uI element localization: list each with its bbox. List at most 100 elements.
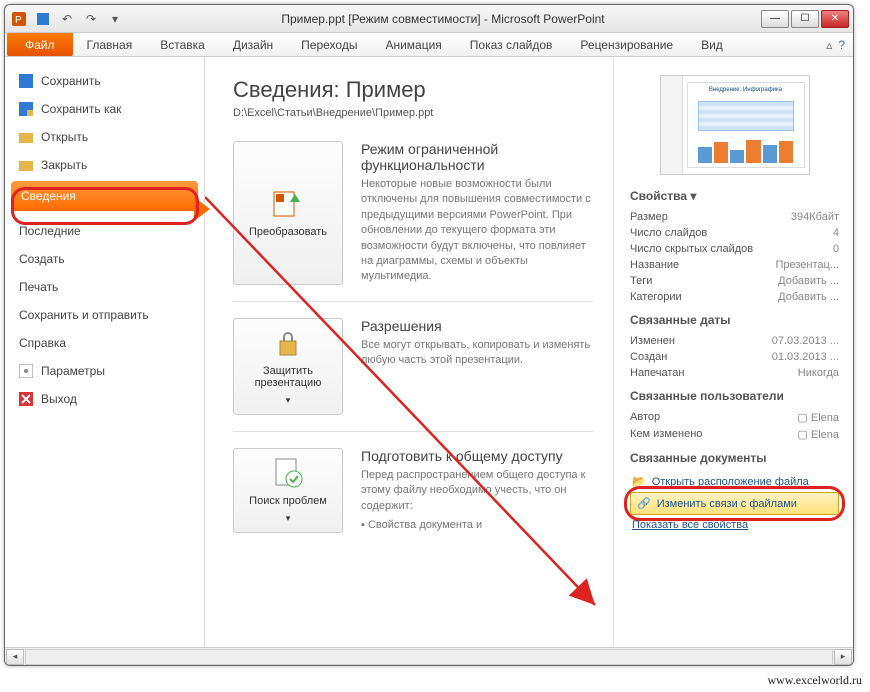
scrollbar-horizontal[interactable]: ◂ ▸ xyxy=(5,647,853,665)
svg-text:P: P xyxy=(15,15,22,26)
ribbon-minimize-icon[interactable]: ▵ xyxy=(826,38,832,52)
check-issues-button[interactable]: Поиск проблем ▾ xyxy=(233,448,343,534)
prop-printed: НапечатанНикогда xyxy=(630,365,839,381)
prop-categories[interactable]: КатегорииДобавить ... xyxy=(630,289,839,305)
sidebar: Сохранить Сохранить как Открыть Закрыть … xyxy=(5,57,205,647)
bullet-text: Свойства документа и xyxy=(368,519,482,531)
prop-modified: Изменен07.03.2013 ... xyxy=(630,333,839,349)
protect-button[interactable]: Защитить презентацию ▾ xyxy=(233,318,343,415)
scroll-track[interactable] xyxy=(25,649,833,665)
sidebar-item-print[interactable]: Печать xyxy=(5,273,204,301)
tab-animations[interactable]: Анимация xyxy=(371,33,455,56)
scroll-left-button[interactable]: ◂ xyxy=(6,649,24,665)
tab-view[interactable]: Вид xyxy=(687,33,737,56)
sidebar-item-label: Справка xyxy=(19,336,66,350)
chevron-down-icon: ▾ xyxy=(286,513,291,524)
properties-header[interactable]: Свойства ▾ xyxy=(630,189,839,203)
sidebar-item-options[interactable]: Параметры xyxy=(5,357,204,385)
window-title: Пример.ppt [Режим совместимости] - Micro… xyxy=(125,12,761,26)
section-text: Перед распространением общего доступа к … xyxy=(361,468,593,514)
section-title: Режим ограниченной функциональности xyxy=(361,141,593,173)
app-window: P ↶ ↷ ▾ Пример.ppt [Режим совместимости]… xyxy=(4,4,854,666)
edit-links-link[interactable]: 🔗Изменить связи с файлами xyxy=(630,492,839,515)
section-prepare: Поиск проблем ▾ Подготовить к общему дос… xyxy=(233,448,593,550)
sidebar-item-label: Сохранить xyxy=(41,74,101,88)
folder-icon: 📂 xyxy=(632,475,646,488)
sidebar-item-open[interactable]: Открыть xyxy=(5,123,204,151)
sidebar-item-label: Создать xyxy=(19,252,65,266)
button-label: Преобразовать xyxy=(249,226,327,238)
main-panel: Сведения: Пример D:\Excel\Статьи\Внедрен… xyxy=(205,57,613,647)
close-button[interactable]: ✕ xyxy=(821,10,849,28)
section-title: Разрешения xyxy=(361,318,593,334)
sidebar-item-recent[interactable]: Последние xyxy=(5,217,204,245)
section-text: Все могут открывать, копировать и изменя… xyxy=(361,338,593,369)
titlebar: P ↶ ↷ ▾ Пример.ppt [Режим совместимости]… xyxy=(5,5,853,33)
qat-undo-icon[interactable]: ↶ xyxy=(57,9,77,29)
tab-home[interactable]: Главная xyxy=(73,33,147,56)
page-title: Сведения: Пример xyxy=(233,77,593,103)
people-header: Связанные пользователи xyxy=(630,389,839,403)
sidebar-item-label: Закрыть xyxy=(41,158,87,172)
scroll-right-button[interactable]: ▸ xyxy=(834,649,852,665)
ribbon-tabs: Файл Главная Вставка Дизайн Переходы Ани… xyxy=(5,33,853,57)
tab-file[interactable]: Файл xyxy=(7,33,73,56)
sidebar-item-label: Сохранить и отправить xyxy=(19,308,149,322)
tab-insert[interactable]: Вставка xyxy=(146,33,219,56)
sidebar-item-label: Сохранить как xyxy=(41,102,121,116)
sidebar-item-label: Выход xyxy=(41,392,77,406)
section-title: Подготовить к общему доступу xyxy=(361,448,593,464)
section-text: Некоторые новые возможности были отключе… xyxy=(361,177,593,285)
convert-icon xyxy=(272,188,304,220)
show-all-props-link[interactable]: Показать все свойства xyxy=(630,515,839,535)
sidebar-item-close[interactable]: Закрыть xyxy=(5,151,204,179)
backstage: Сохранить Сохранить как Открыть Закрыть … xyxy=(5,57,853,647)
qat-save-icon[interactable] xyxy=(33,9,53,29)
qat-redo-icon[interactable]: ↷ xyxy=(81,9,101,29)
watermark: www.excelworld.ru xyxy=(767,673,862,688)
sidebar-item-label: Последние xyxy=(19,224,81,238)
sidebar-item-label: Сведения xyxy=(21,189,76,203)
help-icon[interactable]: ? xyxy=(838,38,845,52)
properties-panel: Внедрение: Инфографика Свойства ▾ Размер… xyxy=(613,57,853,647)
maximize-button[interactable]: ☐ xyxy=(791,10,819,28)
sidebar-item-savesend[interactable]: Сохранить и отправить xyxy=(5,301,204,329)
tab-slideshow[interactable]: Показ слайдов xyxy=(456,33,567,56)
file-path: D:\Excel\Статьи\Внедрение\Пример.ppt xyxy=(233,107,593,119)
sidebar-item-new[interactable]: Создать xyxy=(5,245,204,273)
prop-size: Размер394Кбайт xyxy=(630,209,839,225)
qat-dropdown-icon[interactable]: ▾ xyxy=(105,9,125,29)
prop-title[interactable]: НазваниеПрезентац... xyxy=(630,257,839,273)
minimize-button[interactable]: — xyxy=(761,10,789,28)
section-compatibility: Преобразовать Режим ограниченной функцио… xyxy=(233,141,593,302)
sidebar-item-info[interactable]: Сведения xyxy=(11,181,198,211)
checklist-icon xyxy=(272,457,304,489)
prop-slides: Число слайдов4 xyxy=(630,225,839,241)
tab-transitions[interactable]: Переходы xyxy=(287,33,371,56)
prop-hidden: Число скрытых слайдов0 xyxy=(630,241,839,257)
open-location-link[interactable]: 📂Открыть расположение файла xyxy=(630,471,839,492)
link-icon: 🔗 xyxy=(637,497,651,510)
tab-review[interactable]: Рецензирование xyxy=(566,33,687,56)
dates-header: Связанные даты xyxy=(630,313,839,327)
sidebar-item-saveas[interactable]: Сохранить как xyxy=(5,95,204,123)
quick-access-toolbar: P ↶ ↷ ▾ xyxy=(9,9,125,29)
sidebar-item-help[interactable]: Справка xyxy=(5,329,204,357)
convert-button[interactable]: Преобразовать xyxy=(233,141,343,285)
sidebar-item-save[interactable]: Сохранить xyxy=(5,67,204,95)
slide-thumbnail[interactable]: Внедрение: Инфографика xyxy=(660,75,810,175)
prop-created: Создан01.03.2013 ... xyxy=(630,349,839,365)
docs-header: Связанные документы xyxy=(630,451,839,465)
prop-modified-by: Кем изменено▢ Elena xyxy=(630,426,839,443)
prop-tags[interactable]: ТегиДобавить ... xyxy=(630,273,839,289)
section-permissions: Защитить презентацию ▾ Разрешения Все мо… xyxy=(233,318,593,432)
button-label: Защитить презентацию xyxy=(238,365,338,389)
sidebar-item-label: Параметры xyxy=(41,364,105,378)
sidebar-item-exit[interactable]: Выход xyxy=(5,385,204,413)
sidebar-item-label: Открыть xyxy=(41,130,88,144)
button-label: Поиск проблем xyxy=(249,495,327,507)
prop-author[interactable]: Автор▢ Elena xyxy=(630,409,839,426)
app-icon: P xyxy=(9,9,29,29)
tab-design[interactable]: Дизайн xyxy=(219,33,287,56)
sidebar-item-label: Печать xyxy=(19,280,58,294)
